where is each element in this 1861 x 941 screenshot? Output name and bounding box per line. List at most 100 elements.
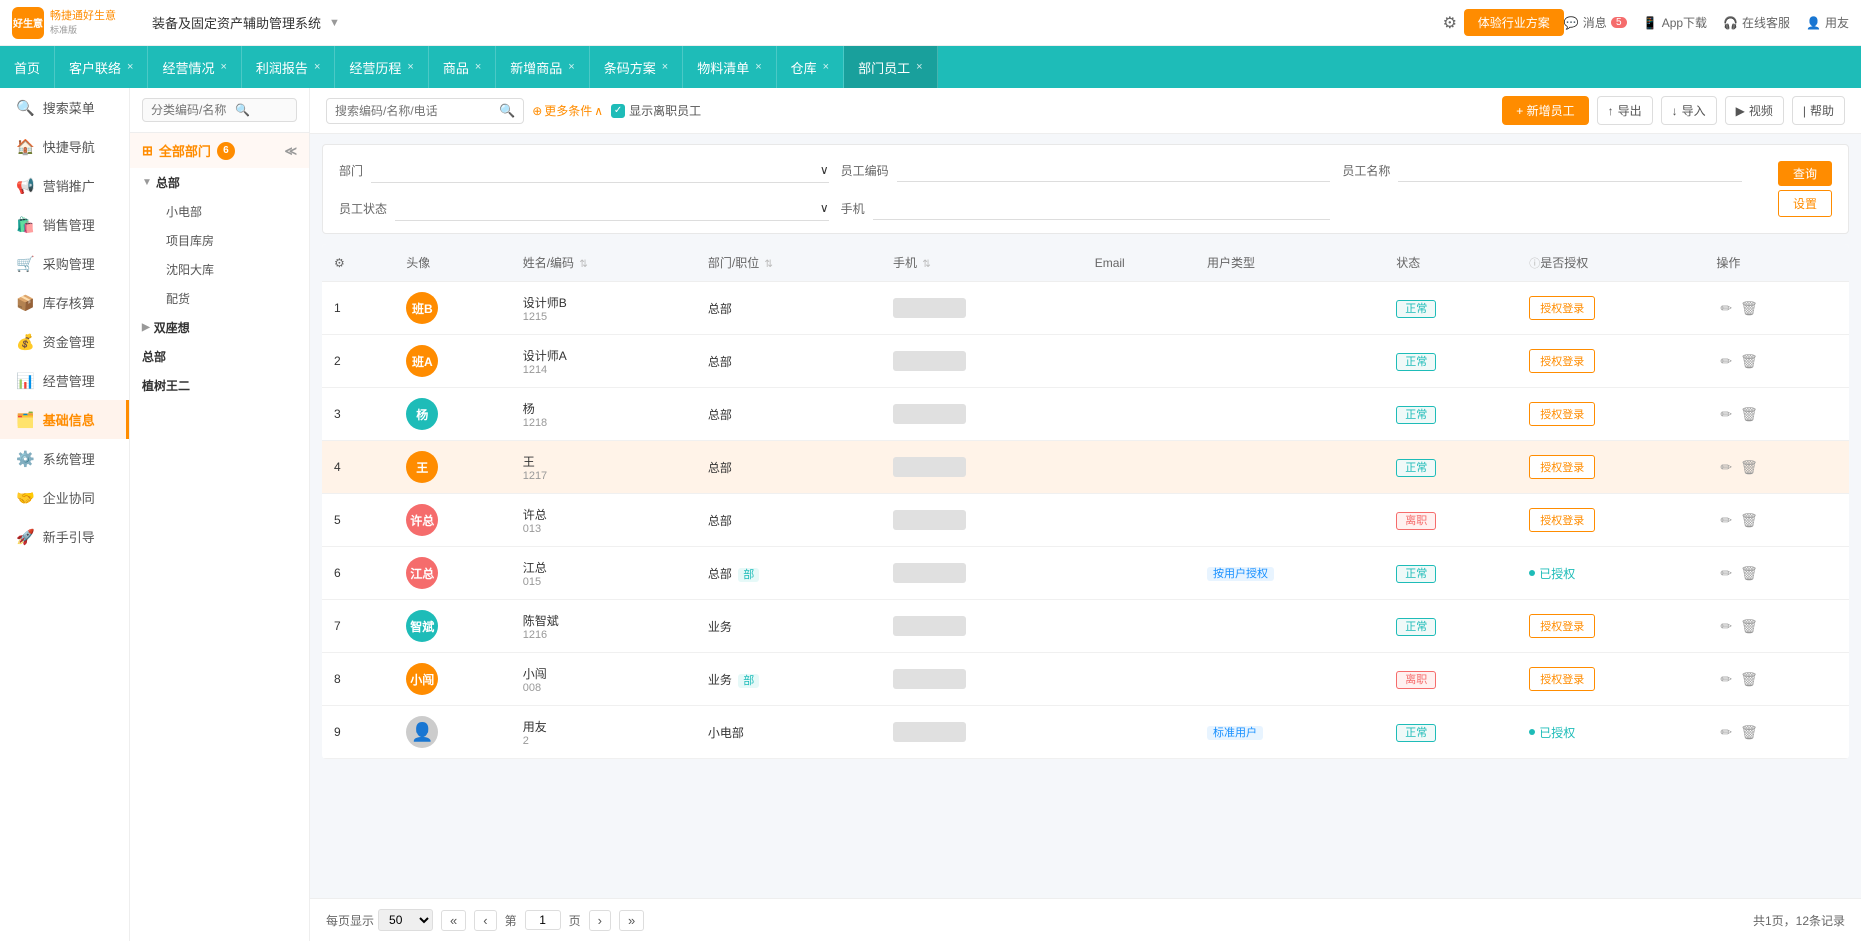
reset-button[interactable]: 设置 — [1778, 190, 1832, 217]
first-page-button[interactable]: « — [441, 910, 466, 931]
help-button[interactable]: | 帮助 — [1792, 96, 1845, 125]
edit-button[interactable]: ✏ — [1716, 298, 1736, 319]
auth-login-button[interactable]: 授权登录 — [1529, 296, 1595, 320]
tree-node-xiangmu[interactable]: 项目库房 — [142, 226, 309, 255]
close-icon[interactable]: × — [568, 61, 574, 73]
last-page-button[interactable]: » — [619, 910, 644, 931]
close-icon[interactable]: × — [407, 61, 413, 73]
view-button[interactable]: ▶ 视频 — [1725, 96, 1784, 125]
user-item[interactable]: 👤 用友 — [1806, 14, 1849, 31]
close-icon[interactable]: × — [823, 61, 829, 73]
tab-bom[interactable]: 物料清单 × — [683, 46, 776, 88]
phone-input[interactable] — [873, 197, 1331, 220]
sidebar-item-purchase[interactable]: 🛒 采购管理 — [0, 244, 129, 283]
sidebar-item-inventory[interactable]: 📦 库存核算 — [0, 283, 129, 322]
add-employee-button[interactable]: + 新增员工 — [1502, 96, 1588, 125]
delete-button[interactable]: 🗑 — [1736, 669, 1762, 690]
tab-addgoods[interactable]: 新增商品 × — [496, 46, 589, 88]
edit-button[interactable]: ✏ — [1716, 669, 1736, 690]
query-button[interactable]: 查询 — [1778, 161, 1832, 186]
auth-login-button[interactable]: 授权登录 — [1529, 508, 1595, 532]
page-number-input[interactable] — [525, 910, 561, 930]
sidebar-item-marketing[interactable]: 📢 营销推广 — [0, 166, 129, 205]
collapse-icon[interactable]: ≪ — [284, 144, 297, 158]
per-page-select[interactable]: 50 100 — [378, 909, 433, 931]
sidebar-item-system[interactable]: ⚙️ 系统管理 — [0, 439, 129, 478]
sidebar-item-collab[interactable]: 🤝 企业协同 — [0, 478, 129, 517]
export-button[interactable]: ↑ 导出 — [1597, 96, 1653, 125]
tree-node-shenyang[interactable]: 沈阳大库 — [142, 255, 309, 284]
edit-button[interactable]: ✏ — [1716, 563, 1736, 584]
th-name[interactable]: 姓名/编码 ⇅ — [511, 244, 696, 282]
settings-button[interactable]: ⚙ — [1436, 9, 1464, 37]
close-icon[interactable]: × — [127, 61, 133, 73]
th-dept[interactable]: 部门/职位 ⇅ — [696, 244, 881, 282]
th-settings[interactable]: ⚙ — [322, 244, 394, 282]
tree-node-zhishu[interactable]: 植树王二 — [130, 371, 309, 400]
tab-profit[interactable]: 利润报告 × — [242, 46, 335, 88]
online-service-item[interactable]: 🎧 在线客服 — [1723, 14, 1790, 31]
show-resigned-toggle[interactable]: ✓ 显示离职员工 — [611, 102, 701, 119]
dropdown-arrow[interactable]: ▼ — [329, 17, 340, 29]
delete-button[interactable]: 🗑 — [1736, 722, 1762, 743]
auth-login-button[interactable]: 授权登录 — [1529, 614, 1595, 638]
tab-history[interactable]: 经营历程 × — [335, 46, 428, 88]
next-page-button[interactable]: › — [589, 910, 611, 931]
close-icon[interactable]: × — [662, 61, 668, 73]
prev-page-button[interactable]: ‹ — [474, 910, 496, 931]
close-icon[interactable]: × — [475, 61, 481, 73]
sidebar-item-finance[interactable]: 💰 资金管理 — [0, 322, 129, 361]
sidebar-item-search[interactable]: 🔍 搜索菜单 — [0, 88, 129, 127]
tree-node-shuangzuo[interactable]: ▶ 双座想 — [130, 313, 309, 342]
tab-barcode[interactable]: 条码方案 × — [590, 46, 683, 88]
edit-button[interactable]: ✏ — [1716, 722, 1736, 743]
auth-login-button[interactable]: 授权登录 — [1529, 667, 1595, 691]
app-download-item[interactable]: 📱 App下载 — [1643, 14, 1707, 31]
dept-search-box[interactable]: 🔍 — [142, 98, 297, 122]
trial-button[interactable]: 体验行业方案 — [1464, 9, 1564, 36]
tab-employees[interactable]: 部门员工 × — [844, 46, 937, 88]
dept-search-input[interactable] — [151, 103, 231, 117]
toggle-icon[interactable]: ▶ — [142, 322, 150, 333]
delete-button[interactable]: 🗑 — [1736, 351, 1762, 372]
close-icon[interactable]: × — [755, 61, 761, 73]
close-icon[interactable]: × — [916, 61, 922, 73]
more-filter-btn[interactable]: ⊕ 更多条件 ∧ — [532, 102, 603, 119]
edit-button[interactable]: ✏ — [1716, 351, 1736, 372]
message-item[interactable]: 💬 消息 5 — [1564, 14, 1627, 31]
tree-node-xiaodian[interactable]: 小电部 — [142, 197, 309, 226]
sidebar-item-quicknav[interactable]: 🏠 快捷导航 — [0, 127, 129, 166]
dept-filter-select[interactable]: ∨ — [371, 157, 829, 183]
search-input[interactable] — [335, 104, 495, 118]
employee-name-input[interactable] — [1398, 159, 1742, 182]
tab-warehouse[interactable]: 仓库 × — [777, 46, 844, 88]
auth-login-button[interactable]: 授权登录 — [1529, 402, 1595, 426]
auth-login-button[interactable]: 授权登录 — [1529, 349, 1595, 373]
edit-button[interactable]: ✏ — [1716, 510, 1736, 531]
sidebar-item-operation[interactable]: 📊 经营管理 — [0, 361, 129, 400]
th-phone[interactable]: 手机 ⇅ — [881, 244, 1083, 282]
close-icon[interactable]: × — [314, 61, 320, 73]
sidebar-item-guide[interactable]: 🚀 新手引导 — [0, 517, 129, 556]
status-filter-select[interactable]: ∨ — [395, 195, 829, 221]
search-box[interactable]: 🔍 — [326, 98, 524, 124]
delete-button[interactable]: 🗑 — [1736, 510, 1762, 531]
tab-goods[interactable]: 商品 × — [429, 46, 496, 88]
import-button[interactable]: ↓ 导入 — [1661, 96, 1717, 125]
tab-operation[interactable]: 经营情况 × — [148, 46, 241, 88]
tree-node-zongbu-parent[interactable]: ▼ 总部 — [130, 168, 309, 197]
delete-button[interactable]: 🗑 — [1736, 616, 1762, 637]
delete-button[interactable]: 🗑 — [1736, 298, 1762, 319]
tree-node-zongbu2[interactable]: 总部 — [130, 342, 309, 371]
delete-button[interactable]: 🗑 — [1736, 563, 1762, 584]
employee-code-input[interactable] — [897, 159, 1331, 182]
all-dept-item[interactable]: ⊞ 全部部门 6 ≪ — [130, 133, 309, 168]
edit-button[interactable]: ✏ — [1716, 404, 1736, 425]
edit-button[interactable]: ✏ — [1716, 457, 1736, 478]
toggle-icon[interactable]: ▼ — [142, 177, 152, 188]
delete-button[interactable]: 🗑 — [1736, 457, 1762, 478]
close-icon[interactable]: × — [220, 61, 226, 73]
tab-home[interactable]: 首页 — [0, 46, 55, 88]
edit-button[interactable]: ✏ — [1716, 616, 1736, 637]
tree-node-peihuo[interactable]: 配货 — [142, 284, 309, 313]
